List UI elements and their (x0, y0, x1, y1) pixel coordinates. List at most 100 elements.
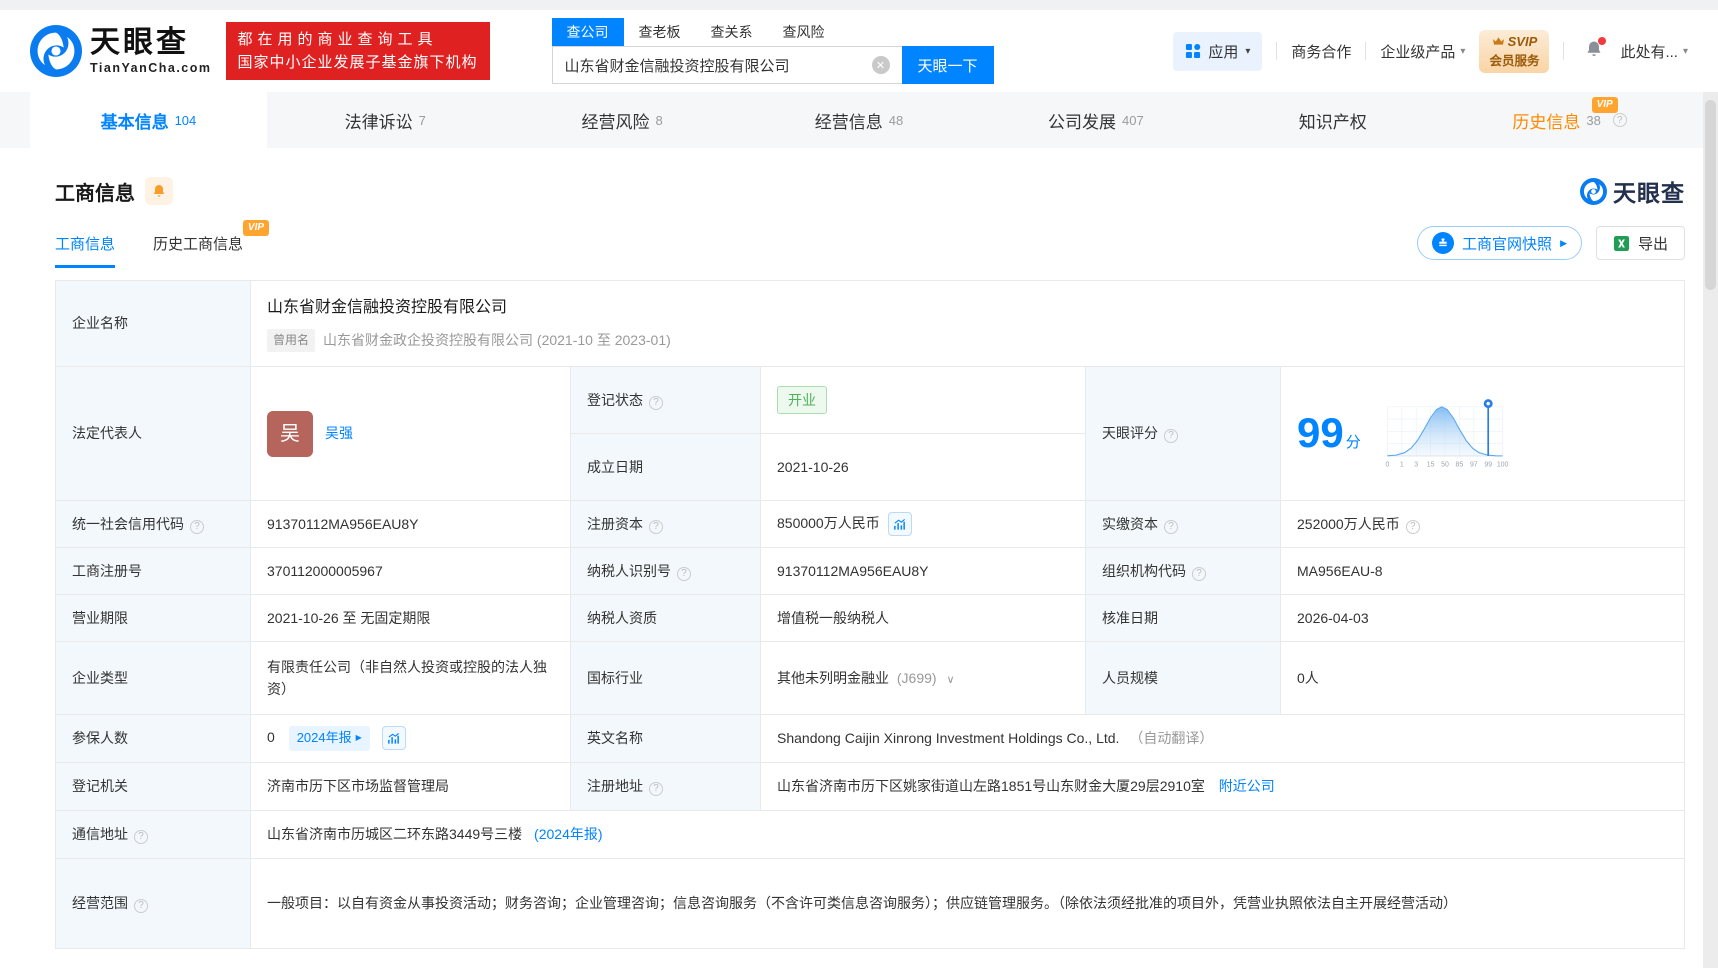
help-icon[interactable]: ? (1405, 519, 1420, 534)
search-tabs: 查公司 查老板 查关系 查风险 (551, 18, 994, 46)
logo-text: 天眼查 TianYanCha.com (90, 27, 212, 75)
apps-menu[interactable]: 应用 ▾ (1173, 31, 1263, 71)
caret-down-icon: ▾ (1460, 45, 1466, 57)
svg-text:1: 1 (1400, 462, 1404, 469)
tab-company-development[interactable]: 公司发展 407 (977, 92, 1214, 148)
subtab-label: 历史工商信息 (153, 236, 244, 253)
reg-authority-value: 济南市历下区市场监督管理局 (250, 762, 571, 811)
help-icon[interactable]: ? (649, 395, 663, 410)
export-label: 导出 (1637, 235, 1668, 253)
scrollbar[interactable] (1703, 92, 1718, 968)
search-tab-relation[interactable]: 查关系 (696, 18, 768, 46)
annual-report-link[interactable]: (2024年报) (534, 826, 602, 842)
help-icon[interactable]: ? (1192, 566, 1206, 581)
clear-search-icon[interactable]: ✕ (871, 56, 890, 74)
reg-status-value: 开业 (760, 366, 1086, 434)
crown-icon (1492, 37, 1504, 45)
search-tab-risk[interactable]: 查风险 (768, 18, 840, 46)
subtab-business-registration[interactable]: 工商信息 (55, 233, 116, 268)
company-type-value: 有限责任公司（非自然人投资或控股的法人独资） (250, 641, 571, 715)
stamp-icon (1432, 232, 1455, 254)
help-icon[interactable]: ? (190, 519, 204, 534)
page-top-strip (0, 0, 1718, 10)
search-button[interactable]: 天眼一下 (901, 46, 994, 84)
capital-trend-icon[interactable] (887, 512, 912, 537)
establish-date-label: 成立日期 (570, 433, 761, 501)
search-tab-boss[interactable]: 查老板 (624, 18, 696, 46)
paid-capital-label: 实缴资本? (1085, 500, 1281, 548)
nav-user-label: 此处有... (1620, 43, 1678, 61)
auto-translate-note: （自动翻译） (1129, 730, 1214, 747)
nav-enterprise-label: 企业级产品 (1380, 43, 1456, 61)
help-icon[interactable]: ? (134, 830, 148, 845)
help-icon[interactable]: ? (649, 782, 663, 797)
industry-label: 国标行业 (570, 641, 761, 715)
help-icon[interactable]: ? (677, 566, 691, 581)
nav-enterprise-products[interactable]: 企业级产品 ▾ (1380, 41, 1465, 62)
former-name-tag: 曾用名 (267, 328, 316, 352)
score-label: 天眼评分? (1085, 366, 1281, 501)
tab-label: 基本信息 (100, 112, 169, 132)
export-button[interactable]: 导出 (1595, 226, 1685, 260)
help-icon[interactable]: ? (649, 519, 663, 534)
score-distribution-chart: 0 1 3 15 50 85 97 99 100 (1385, 399, 1509, 469)
divider (1563, 42, 1565, 60)
tab-legal-proceedings[interactable]: 法律诉讼 7 (267, 92, 504, 148)
svg-text:100: 100 (1497, 462, 1509, 469)
svg-text:85: 85 (1455, 462, 1463, 469)
chevron-down-icon[interactable]: ∨ (946, 674, 954, 686)
subtab-history-registration[interactable]: VIP 历史工商信息 (153, 220, 270, 268)
annual-report-tag[interactable]: 2024年报 ▶ (288, 726, 370, 751)
table-row: 工商注册号 370112000005967 纳税人识别号? 91370112MA… (55, 547, 1685, 595)
tab-history-info[interactable]: VIP 历史信息 38 ? (1451, 92, 1688, 148)
search-area: 查公司 查老板 查关系 查风险 ✕ 天眼一下 (551, 18, 994, 84)
svip-member-service[interactable]: SVIP 会员服务 (1479, 29, 1550, 73)
apps-grid-icon (1186, 43, 1201, 59)
vip-badge: VIP (242, 220, 270, 236)
main-content: 工商信息 天眼查 工商信息 VIP 历史工商信息 工商官网快照 ▶ 导出 企业名… (0, 174, 1718, 949)
svg-text:50: 50 (1441, 462, 1449, 469)
taxpayer-id-value: 91370112MA956EAU8Y (760, 547, 1086, 595)
org-code-value: MA956EAU-8 (1280, 547, 1685, 595)
scrollbar-thumb[interactable] (1705, 100, 1716, 290)
insured-trend-icon[interactable] (381, 726, 406, 751)
company-name-label: 企业名称 (55, 280, 251, 367)
business-info-table: 企业名称 山东省财金信融投资控股有限公司 曾用名 山东省财金政企投资控股有限公司… (55, 280, 1685, 949)
nav-user-more[interactable]: 此处有... ▾ (1620, 41, 1688, 62)
table-row: 参保人数 0 2024年报 ▶ 英文名称 Shandong Caijin Xinr… (55, 714, 1685, 763)
tab-intellectual-property[interactable]: 知识产权 (1214, 92, 1451, 148)
search-input[interactable] (551, 46, 902, 84)
search-tab-company[interactable]: 查公司 (551, 18, 624, 46)
bell-icon (153, 185, 165, 197)
monitor-bell-button[interactable] (145, 177, 173, 205)
tab-operating-risk[interactable]: 经营风险 8 (504, 92, 741, 148)
legal-rep-link[interactable]: 吴强 (325, 422, 353, 444)
excel-icon (1613, 235, 1630, 251)
company-name: 山东省财金信融投资控股有限公司 (267, 299, 508, 317)
nav-cooperation[interactable]: 商务合作 (1291, 41, 1351, 62)
divider (1365, 42, 1367, 60)
arrow-right-icon: ▶ (1560, 237, 1567, 248)
tianyancha-logo[interactable]: 天眼查 TianYanCha.com (30, 25, 212, 77)
table-row: 经营范围? 一般项目：以自有资金从事投资活动；财务咨询；企业管理咨询；信息咨询服… (55, 858, 1685, 949)
official-snapshot-button[interactable]: 工商官网快照 ▶ (1417, 226, 1582, 260)
help-icon[interactable]: ? (134, 899, 148, 914)
vip-badge: VIP (1591, 97, 1618, 113)
tab-business-info[interactable]: 经营信息 48 (741, 92, 978, 148)
table-row: 企业名称 山东省财金信融投资控股有限公司 曾用名 山东省财金政企投资控股有限公司… (55, 280, 1685, 367)
status-badge: 开业 (777, 385, 827, 415)
help-icon[interactable]: ? (1164, 519, 1178, 534)
notifications-bell[interactable] (1584, 36, 1607, 64)
header: 天眼查 TianYanCha.com 都在用的商业查询工具 国家中小企业发展子基… (0, 10, 1718, 92)
help-icon[interactable]: ? (1164, 429, 1178, 444)
help-icon[interactable]: ? (1612, 113, 1627, 127)
credit-code-label: 统一社会信用代码? (55, 500, 251, 548)
tab-basic-info[interactable]: 基本信息 104 (30, 92, 267, 148)
company-type-label: 企业类型 (55, 641, 251, 715)
avatar[interactable]: 吴 (267, 410, 313, 457)
tab-label: 公司发展 (1048, 112, 1117, 132)
insured-count-label: 参保人数 (55, 714, 251, 763)
tab-count: 48 (888, 112, 904, 128)
nearby-companies-link[interactable]: 附近公司 (1219, 778, 1275, 794)
main-tabbar: 基本信息 104 法律诉讼 7 经营风险 8 经营信息 48 公司发展 407 … (0, 92, 1718, 148)
